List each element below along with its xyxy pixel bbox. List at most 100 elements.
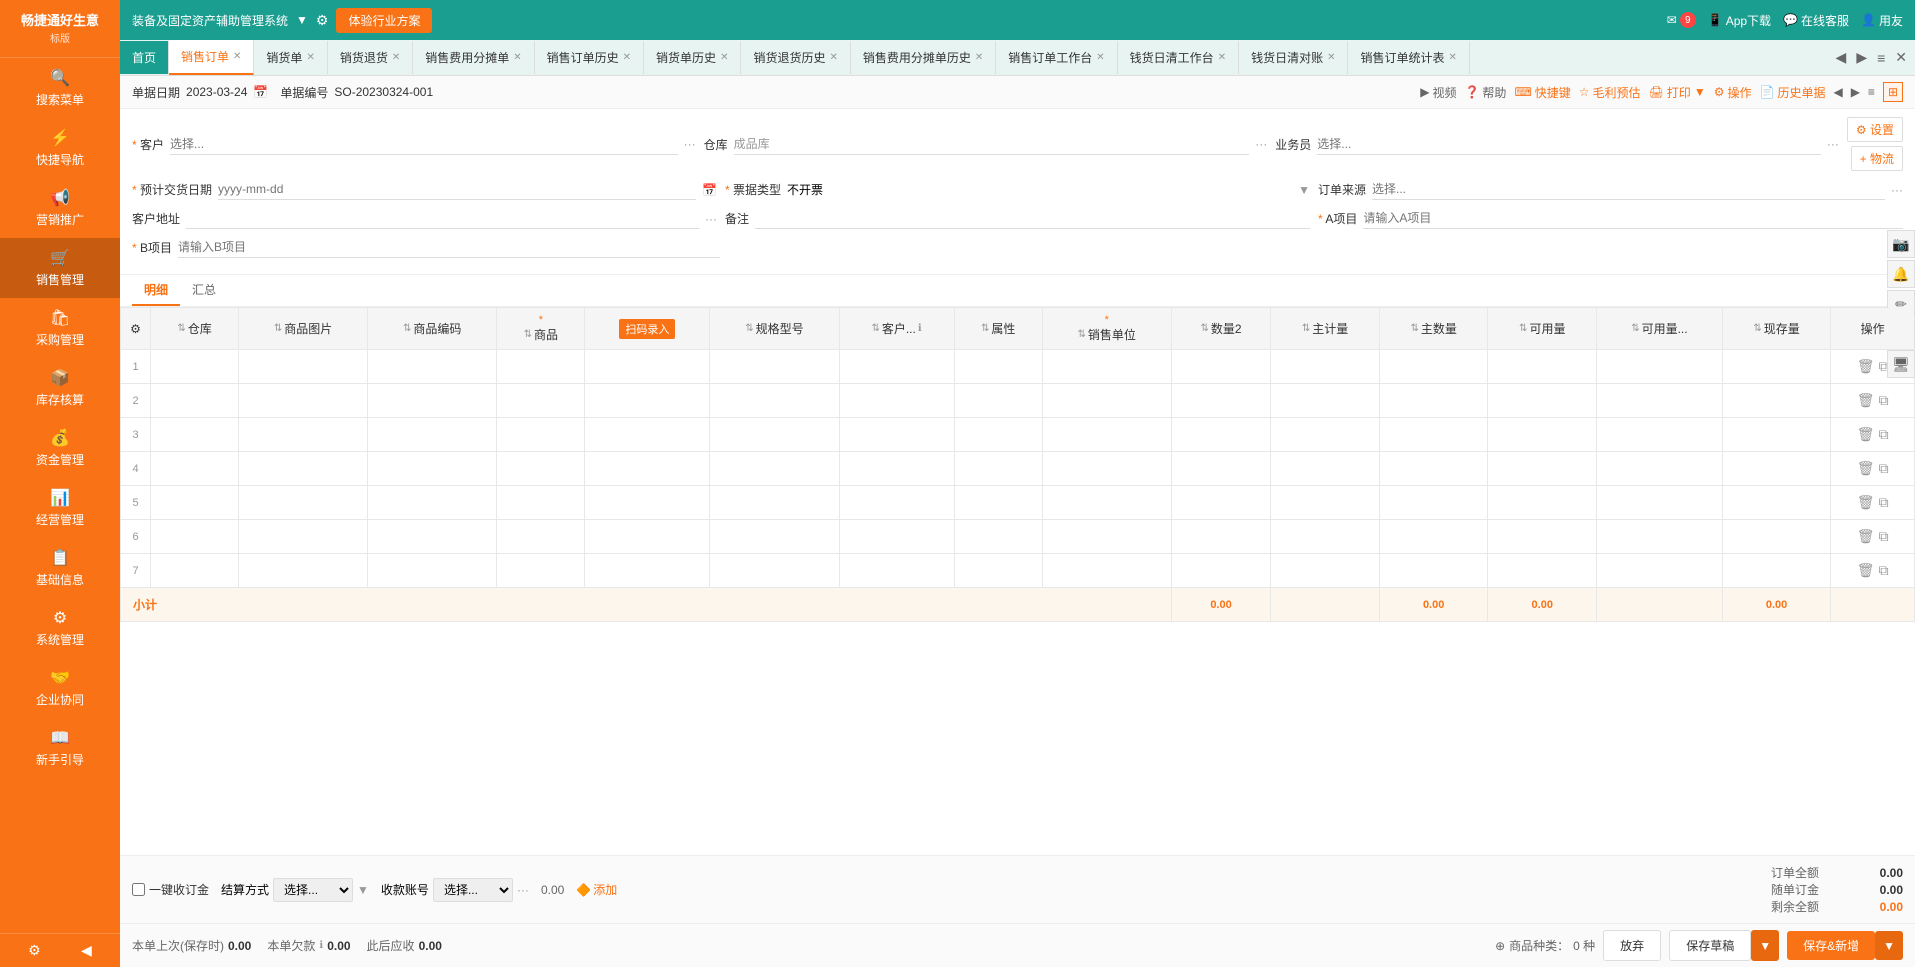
row-available[interactable] [1488, 350, 1597, 384]
row-goods[interactable] [497, 554, 585, 588]
history-btn[interactable]: 📄 历史单据 [1759, 84, 1825, 101]
delete-row-icon[interactable]: 🗑 [1857, 426, 1875, 443]
row-available[interactable] [1488, 554, 1597, 588]
row-stock[interactable] [1722, 452, 1831, 486]
tab-close-icon[interactable]: ✕ [623, 52, 631, 63]
sidebar-item-inventory[interactable]: 📦 库存核算 [0, 358, 120, 418]
tab-sales-order[interactable]: 销售订单 ✕ [169, 40, 254, 75]
discard-button[interactable]: 放弃 [1603, 930, 1661, 961]
row-customer-code[interactable] [839, 554, 954, 588]
row-unit[interactable] [1042, 520, 1171, 554]
tab-return[interactable]: 销货退货 ✕ [328, 41, 413, 74]
row-attr[interactable] [954, 520, 1042, 554]
row-goods[interactable] [497, 350, 585, 384]
customer-more-btn[interactable]: ··· [684, 137, 696, 151]
tab-close-icon[interactable]: ✕ [233, 51, 241, 62]
print-btn[interactable]: 🖨 打印 ▼ [1649, 84, 1706, 101]
row-stock[interactable] [1722, 418, 1831, 452]
account-more-btn[interactable]: ··· [517, 883, 529, 897]
col-goods[interactable]: ⇅商品 [497, 308, 585, 350]
tab-close-icon[interactable]: ✕ [720, 52, 728, 63]
col-customer-code[interactable]: ⇅客户...ℹ [839, 308, 954, 350]
row-image[interactable] [239, 554, 368, 588]
row-main-unit[interactable] [1271, 520, 1380, 554]
row-image[interactable] [239, 384, 368, 418]
settings-button[interactable]: ⚙ 设置 [1847, 117, 1903, 142]
row-customer-code[interactable] [839, 520, 954, 554]
sidebar-item-system[interactable]: ⚙ 系统管理 [0, 598, 120, 658]
copy-row-icon[interactable]: ⧉ [1879, 562, 1889, 579]
sidebar-collapse-btn[interactable]: ◀ [81, 942, 92, 959]
row-qty2[interactable] [1171, 418, 1270, 452]
order-source-more-btn[interactable]: ··· [1891, 183, 1903, 197]
row-available[interactable] [1488, 452, 1597, 486]
save-draft-button[interactable]: 保存草稿 [1669, 930, 1751, 961]
calendar-icon[interactable]: 📅 [253, 85, 268, 99]
delete-row-icon[interactable]: 🗑 [1857, 460, 1875, 477]
copy-row-icon[interactable]: ⧉ [1879, 528, 1889, 545]
row-main-unit[interactable] [1271, 554, 1380, 588]
sidebar-item-sales[interactable]: 🛒 销售管理 [0, 238, 120, 298]
view-btn[interactable]: ▶ 视频 [1420, 84, 1456, 101]
row-stock[interactable] [1722, 350, 1831, 384]
row-stock[interactable] [1722, 554, 1831, 588]
sidebar-item-quick[interactable]: ⚡ 快捷导航 [0, 118, 120, 178]
row-spec[interactable] [710, 384, 839, 418]
col-warehouse[interactable]: ⇅仓库 [151, 308, 239, 350]
invoice-dropdown-icon[interactable]: ▼ [1298, 183, 1310, 197]
message-btn[interactable]: ✉ 9 [1667, 12, 1696, 28]
row-main-qty[interactable] [1379, 520, 1488, 554]
delete-row-icon[interactable]: 🗑 [1857, 494, 1875, 511]
tab-detail[interactable]: 明细 [132, 275, 180, 306]
row-qty2[interactable] [1171, 486, 1270, 520]
row-warehouse[interactable] [151, 384, 239, 418]
warehouse-input[interactable] [734, 134, 1250, 155]
tab-home[interactable]: 首页 [120, 41, 169, 74]
tab-menu-btn[interactable]: ≡ [1873, 48, 1889, 68]
sidebar-item-marketing[interactable]: 📢 营销推广 [0, 178, 120, 238]
row-spec[interactable] [710, 520, 839, 554]
delete-row-icon[interactable]: 🗑 [1857, 562, 1875, 579]
sidebar-item-purchase[interactable]: 🛍 采购管理 [0, 298, 120, 358]
row-main-unit[interactable] [1271, 452, 1380, 486]
delivery-input[interactable] [218, 179, 696, 200]
row-unit[interactable] [1042, 554, 1171, 588]
row-main-qty[interactable] [1379, 384, 1488, 418]
row-attr[interactable] [954, 452, 1042, 486]
row-unit[interactable] [1042, 350, 1171, 384]
row-qty2[interactable] [1171, 520, 1270, 554]
row-goods[interactable] [497, 520, 585, 554]
row-qty2[interactable] [1171, 452, 1270, 486]
row-main-qty[interactable] [1379, 452, 1488, 486]
tab-prev-btn[interactable]: ◀ [1832, 47, 1851, 68]
solution-button[interactable]: 体验行业方案 [336, 8, 432, 33]
delivery-calendar-icon[interactable]: 📅 [702, 183, 717, 197]
add-button[interactable]: 🔶 添加 [576, 881, 617, 898]
row-code[interactable] [368, 384, 497, 418]
row-goods[interactable] [497, 418, 585, 452]
delete-row-icon[interactable]: 🗑 [1857, 528, 1875, 545]
row-customer-code[interactable] [839, 418, 954, 452]
tab-goods-history[interactable]: 销货单历史 ✕ [644, 41, 741, 74]
row-stock[interactable] [1722, 486, 1831, 520]
tab-sales-goods[interactable]: 销货单 ✕ [254, 41, 327, 74]
tab-summary[interactable]: 汇总 [180, 275, 228, 306]
panel-notify-btn[interactable]: 🔔 [1887, 260, 1915, 288]
row-main-qty[interactable] [1379, 486, 1488, 520]
scan-btn[interactable]: 扫码录入 [619, 319, 675, 339]
col-available[interactable]: ⇅可用量 [1488, 308, 1597, 350]
row-attr[interactable] [954, 486, 1042, 520]
tab-close-icon[interactable]: ✕ [306, 52, 314, 63]
row-main-qty[interactable] [1379, 350, 1488, 384]
tab-cash-reconcile[interactable]: 钱货日清对账 ✕ [1239, 41, 1348, 74]
row-code[interactable] [368, 350, 497, 384]
system-dropdown-icon[interactable]: ▼ [296, 13, 308, 27]
row-available[interactable] [1488, 418, 1597, 452]
row-main-qty[interactable] [1379, 554, 1488, 588]
topbar-gear-btn[interactable]: ⚙ [316, 12, 329, 29]
sidebar-item-enterprise[interactable]: 🤝 企业协同 [0, 658, 120, 718]
tab-close-icon[interactable]: ✕ [975, 52, 983, 63]
tab-expense-history[interactable]: 销售费用分摊单历史 ✕ [851, 41, 996, 74]
col-stock[interactable]: ⇅现存量 [1722, 308, 1831, 350]
row-warehouse[interactable] [151, 486, 239, 520]
